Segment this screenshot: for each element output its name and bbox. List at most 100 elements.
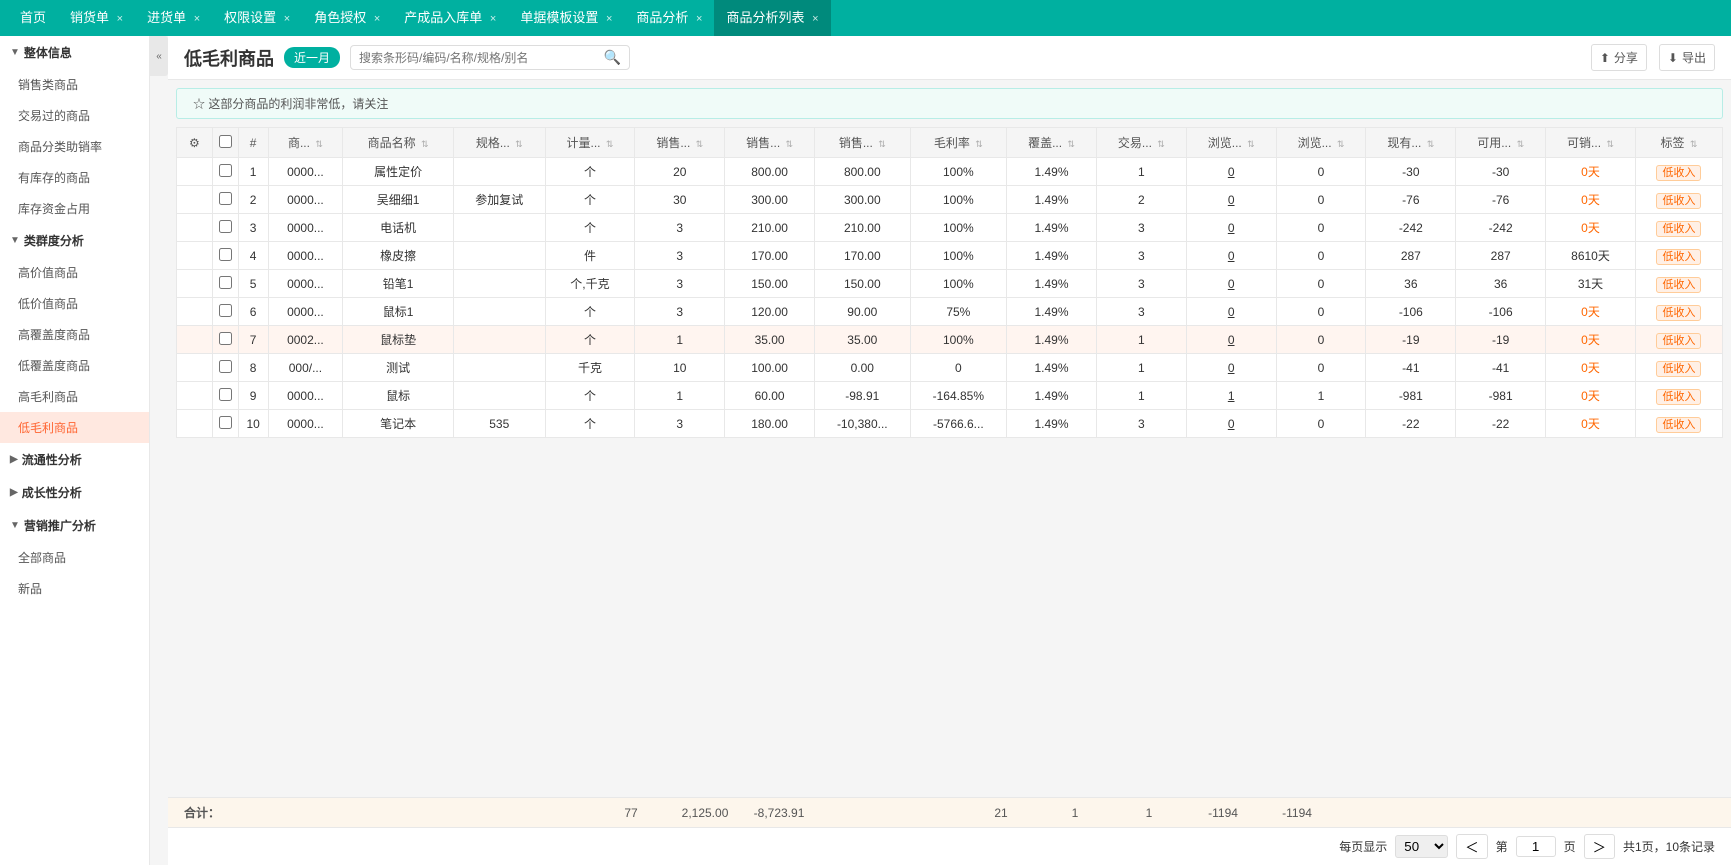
cell-checkbox[interactable]: [212, 186, 238, 214]
table-row[interactable]: 1 0000... 属性定价 个 20 800.00 800.00 100% 1…: [177, 158, 1723, 186]
sidebar-group-overall[interactable]: ▼ 整体信息: [0, 36, 149, 69]
views1-link[interactable]: 0: [1228, 417, 1235, 431]
row-checkbox[interactable]: [219, 192, 232, 205]
cell-views1[interactable]: 0: [1186, 298, 1276, 326]
table-row[interactable]: 8 000/... 测试 千克 10 100.00 0.00 0 1.49% 1…: [177, 354, 1723, 382]
cell-views1[interactable]: 0: [1186, 186, 1276, 214]
row-checkbox[interactable]: [219, 416, 232, 429]
sidebar-item-sales-goods[interactable]: 销售类商品: [0, 69, 149, 100]
sidebar-item-all-goods[interactable]: 全部商品: [0, 542, 149, 573]
prev-page-button[interactable]: ＜: [1456, 834, 1487, 859]
col-checkbox[interactable]: [212, 128, 238, 158]
sidebar-item-high-value[interactable]: 高价值商品: [0, 257, 149, 288]
select-all-checkbox[interactable]: [219, 135, 232, 148]
col-settings[interactable]: ⚙: [177, 128, 213, 158]
views1-link[interactable]: 0: [1228, 333, 1235, 347]
row-checkbox[interactable]: [219, 360, 232, 373]
table-row[interactable]: 2 0000... 吴细细1 参加复试 个 30 300.00 300.00 1…: [177, 186, 1723, 214]
row-checkbox[interactable]: [219, 164, 232, 177]
close-analysis-list-icon[interactable]: ×: [812, 13, 818, 25]
row-checkbox[interactable]: [219, 332, 232, 345]
col-sellable[interactable]: 可销... ⇅: [1546, 128, 1636, 158]
cell-checkbox[interactable]: [212, 158, 238, 186]
nav-item-home[interactable]: 首页: [8, 0, 58, 36]
per-page-select[interactable]: 50 100: [1395, 835, 1448, 858]
row-checkbox[interactable]: [219, 276, 232, 289]
col-available[interactable]: 可用... ⇅: [1456, 128, 1546, 158]
table-row[interactable]: 9 0000... 鼠标 个 1 60.00 -98.91 -164.85% 1…: [177, 382, 1723, 410]
row-checkbox[interactable]: [219, 304, 232, 317]
cell-checkbox[interactable]: [212, 326, 238, 354]
nav-item-permission[interactable]: 权限设置 ×: [212, 0, 302, 36]
views1-link[interactable]: 0: [1228, 165, 1235, 179]
cell-checkbox[interactable]: [212, 298, 238, 326]
table-row[interactable]: 5 0000... 铅笔1 个,千克 3 150.00 150.00 100% …: [177, 270, 1723, 298]
col-code[interactable]: 商... ⇅: [268, 128, 343, 158]
nav-item-purchase[interactable]: 进货单 ×: [135, 0, 212, 36]
views1-link[interactable]: 0: [1228, 361, 1235, 375]
sidebar-item-low-margin[interactable]: 低毛利商品: [0, 412, 149, 443]
cell-checkbox[interactable]: [212, 354, 238, 382]
views1-link[interactable]: 0: [1228, 305, 1235, 319]
close-sales-icon[interactable]: ×: [117, 13, 123, 25]
views1-link[interactable]: 1: [1228, 389, 1235, 403]
table-row[interactable]: 10 0000... 笔记本 535 个 3 180.00 -10,380...…: [177, 410, 1723, 438]
page-number-input[interactable]: [1516, 836, 1556, 857]
cell-checkbox[interactable]: [212, 382, 238, 410]
col-current[interactable]: 现有... ⇅: [1366, 128, 1456, 158]
cell-checkbox[interactable]: [212, 242, 238, 270]
sidebar-item-stock-capital[interactable]: 库存资金占用: [0, 193, 149, 224]
views1-link[interactable]: 0: [1228, 249, 1235, 263]
sidebar-item-stocked-goods[interactable]: 有库存的商品: [0, 162, 149, 193]
search-input[interactable]: [359, 51, 604, 65]
share-button[interactable]: ⬆ 分享: [1591, 44, 1647, 71]
nav-item-analysis[interactable]: 商品分析 ×: [624, 0, 714, 36]
period-badge[interactable]: 近一月: [284, 47, 340, 68]
table-container[interactable]: ⚙ # 商... ⇅ 商品名称 ⇅ 规格... ⇅ 计量... ⇅ 销售... …: [176, 127, 1723, 797]
cell-checkbox[interactable]: [212, 270, 238, 298]
nav-item-analysis-list[interactable]: 商品分析列表 ×: [714, 0, 830, 36]
views1-link[interactable]: 0: [1228, 221, 1235, 235]
sidebar-item-high-margin[interactable]: 高毛利商品: [0, 381, 149, 412]
cell-checkbox[interactable]: [212, 214, 238, 242]
sidebar-item-new-goods[interactable]: 新品: [0, 573, 149, 604]
col-views1[interactable]: 浏览... ⇅: [1186, 128, 1276, 158]
col-gross-margin[interactable]: 毛利率 ⇅: [910, 128, 1007, 158]
cell-views1[interactable]: 0: [1186, 158, 1276, 186]
table-row[interactable]: 3 0000... 电话机 个 3 210.00 210.00 100% 1.4…: [177, 214, 1723, 242]
views1-link[interactable]: 0: [1228, 193, 1235, 207]
cell-views1[interactable]: 0: [1186, 214, 1276, 242]
sidebar-group-cluster[interactable]: ▼ 类群度分析: [0, 224, 149, 257]
sidebar-item-category-rate[interactable]: 商品分类助销率: [0, 131, 149, 162]
sidebar-item-high-coverage[interactable]: 高覆盖度商品: [0, 319, 149, 350]
close-template-icon[interactable]: ×: [606, 13, 612, 25]
nav-item-template[interactable]: 单据模板设置 ×: [508, 0, 624, 36]
sidebar-item-low-coverage[interactable]: 低覆盖度商品: [0, 350, 149, 381]
cell-views1[interactable]: 1: [1186, 382, 1276, 410]
cell-views1[interactable]: 0: [1186, 354, 1276, 382]
cell-views1[interactable]: 0: [1186, 410, 1276, 438]
next-page-button[interactable]: ＞: [1584, 834, 1615, 859]
close-analysis-icon[interactable]: ×: [696, 13, 702, 25]
cell-checkbox[interactable]: [212, 410, 238, 438]
export-button[interactable]: ⬇ 导出: [1659, 44, 1715, 71]
col-sales-amt[interactable]: 销售... ⇅: [725, 128, 815, 158]
sidebar-group-marketing[interactable]: ▼ 营销推广分析: [0, 509, 149, 542]
col-sales-profit[interactable]: 销售... ⇅: [815, 128, 911, 158]
close-role-icon[interactable]: ×: [374, 13, 380, 25]
nav-item-sales[interactable]: 销货单 ×: [58, 0, 135, 36]
row-checkbox[interactable]: [219, 248, 232, 261]
nav-item-role[interactable]: 角色授权 ×: [302, 0, 392, 36]
table-row[interactable]: 6 0000... 鼠标1 个 3 120.00 90.00 75% 1.49%…: [177, 298, 1723, 326]
sidebar-group-flow[interactable]: ▶ 流通性分析: [0, 443, 149, 476]
sidebar-collapse-button[interactable]: «: [150, 36, 168, 76]
sidebar-group-growth[interactable]: ▶ 成长性分析: [0, 476, 149, 509]
col-name[interactable]: 商品名称 ⇅: [343, 128, 454, 158]
col-spec[interactable]: 规格... ⇅: [454, 128, 546, 158]
row-checkbox[interactable]: [219, 388, 232, 401]
col-coverage[interactable]: 覆盖... ⇅: [1007, 128, 1097, 158]
close-purchase-icon[interactable]: ×: [194, 13, 200, 25]
nav-item-product-in[interactable]: 产成品入库单 ×: [392, 0, 508, 36]
cell-views1[interactable]: 0: [1186, 270, 1276, 298]
cell-views1[interactable]: 0: [1186, 242, 1276, 270]
